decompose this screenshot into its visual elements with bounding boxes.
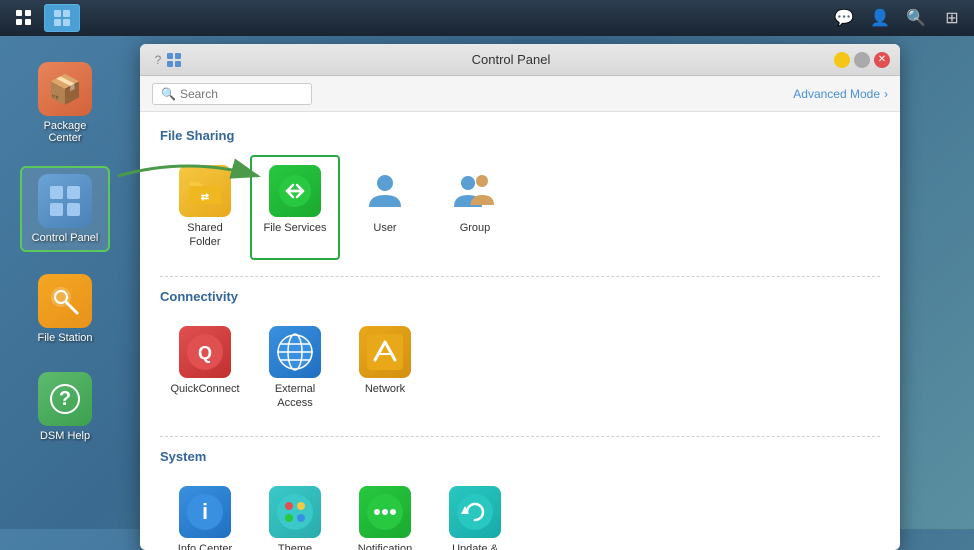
window-title-icon xyxy=(166,52,182,68)
divider-connectivity xyxy=(160,276,880,277)
cp-item-shared-folder[interactable]: ⇄ SharedFolder xyxy=(160,155,250,260)
cp-item-update-restore[interactable]: Update &Restore xyxy=(430,476,520,550)
window-titlebar: ? Control Panel ✕ xyxy=(140,44,900,76)
window-help-button[interactable]: ? xyxy=(150,52,166,68)
notification-label: Notification xyxy=(358,542,412,550)
group-label: Group xyxy=(460,221,491,235)
advanced-mode-label: Advanced Mode xyxy=(793,87,880,101)
theme-icon xyxy=(269,486,321,538)
package-center-icon xyxy=(38,62,92,116)
search-icon: 🔍 xyxy=(161,87,176,101)
search-box[interactable]: 🔍 xyxy=(152,83,312,105)
sidebar-label-dsm-help: DSM Help xyxy=(40,430,90,442)
notification-icon xyxy=(359,486,411,538)
svg-text:⇄: ⇄ xyxy=(201,192,210,203)
sidebar: Package Center Control Panel xyxy=(0,36,130,529)
window-close-button[interactable]: ✕ xyxy=(874,52,890,68)
window-toolbar: 🔍 Advanced Mode › xyxy=(140,76,900,112)
svg-text:i: i xyxy=(202,499,208,524)
app-grid-button[interactable] xyxy=(8,4,40,32)
desktop: Package Center Control Panel xyxy=(0,36,974,529)
cp-item-quickconnect[interactable]: Q QuickConnect xyxy=(160,316,250,421)
file-services-icon xyxy=(269,165,321,217)
cp-item-group[interactable]: Group xyxy=(430,155,520,260)
external-access-icon xyxy=(269,326,321,378)
cp-item-notification[interactable]: Notification xyxy=(340,476,430,550)
search-input[interactable] xyxy=(180,87,300,101)
cp-item-theme[interactable]: Theme xyxy=(250,476,340,550)
theme-label: Theme xyxy=(278,542,312,550)
group-icon xyxy=(449,165,501,217)
divider-system xyxy=(160,436,880,437)
sidebar-label-control-panel: Control Panel xyxy=(32,232,99,244)
window-content: File Sharing ⇄ SharedFolder xyxy=(140,112,900,550)
taskbar: 💬 👤 🔍 ⊞ xyxy=(0,0,974,36)
connectivity-grid: Q QuickConnect xyxy=(160,316,880,421)
control-panel-window: ? Control Panel ✕ 🔍 Advanced Mode xyxy=(140,44,900,550)
chat-icon[interactable]: 💬 xyxy=(830,4,858,32)
window-maximize-button[interactable] xyxy=(854,52,870,68)
user-icon[interactable]: 👤 xyxy=(866,4,894,32)
window-minimize-button[interactable] xyxy=(834,52,850,68)
user-icon xyxy=(359,165,411,217)
sidebar-label-package-center: Package Center xyxy=(28,120,102,144)
window-title: Control Panel xyxy=(188,52,834,67)
quickconnect-icon: Q xyxy=(179,326,231,378)
taskbar-right: 💬 👤 🔍 ⊞ xyxy=(830,4,966,32)
sidebar-item-package-center[interactable]: Package Center xyxy=(20,56,110,150)
file-services-label: File Services xyxy=(264,221,327,235)
advanced-mode-button[interactable]: Advanced Mode › xyxy=(793,87,888,101)
window-controls-left: ? xyxy=(150,52,166,68)
update-restore-icon xyxy=(449,486,501,538)
user-label: User xyxy=(373,221,396,235)
section-title-system: System xyxy=(160,449,880,464)
control-panel-icon xyxy=(38,174,92,228)
shared-folder-label: SharedFolder xyxy=(187,221,222,250)
external-access-label: External Access xyxy=(258,382,332,411)
cp-item-external-access[interactable]: External Access xyxy=(250,316,340,421)
advanced-mode-chevron: › xyxy=(884,87,888,101)
quickconnect-label: QuickConnect xyxy=(170,382,239,396)
svg-text:Q: Q xyxy=(198,343,212,363)
sidebar-item-dsm-help[interactable]: ? DSM Help xyxy=(20,366,110,448)
network-label: Network xyxy=(365,382,405,396)
shared-folder-icon: ⇄ xyxy=(179,165,231,217)
info-center-icon: i xyxy=(179,486,231,538)
sidebar-label-file-station: File Station xyxy=(37,332,92,344)
file-station-icon xyxy=(38,274,92,328)
update-restore-label: Update &Restore xyxy=(452,542,498,550)
sidebar-item-control-panel[interactable]: Control Panel xyxy=(20,166,110,252)
window-controls-right: ✕ xyxy=(834,52,890,68)
section-title-file-sharing: File Sharing xyxy=(160,128,880,143)
info-center-label: Info Center xyxy=(178,542,232,550)
section-title-connectivity: Connectivity xyxy=(160,289,880,304)
dsm-help-icon: ? xyxy=(38,372,92,426)
cp-item-user[interactable]: User xyxy=(340,155,430,260)
cp-item-file-services[interactable]: File Services xyxy=(250,155,340,260)
network-icon xyxy=(359,326,411,378)
cp-item-network[interactable]: Network xyxy=(340,316,430,421)
search-taskbar-icon[interactable]: 🔍 xyxy=(902,4,930,32)
system-grid: i Info Center xyxy=(160,476,880,550)
file-sharing-grid: ⇄ SharedFolder File Services xyxy=(160,155,880,260)
apps-icon[interactable]: ⊞ xyxy=(938,4,966,32)
cp-item-info-center[interactable]: i Info Center xyxy=(160,476,250,550)
taskbar-cp-button[interactable] xyxy=(44,4,80,32)
svg-text:?: ? xyxy=(59,388,71,410)
sidebar-item-file-station[interactable]: File Station xyxy=(20,268,110,350)
